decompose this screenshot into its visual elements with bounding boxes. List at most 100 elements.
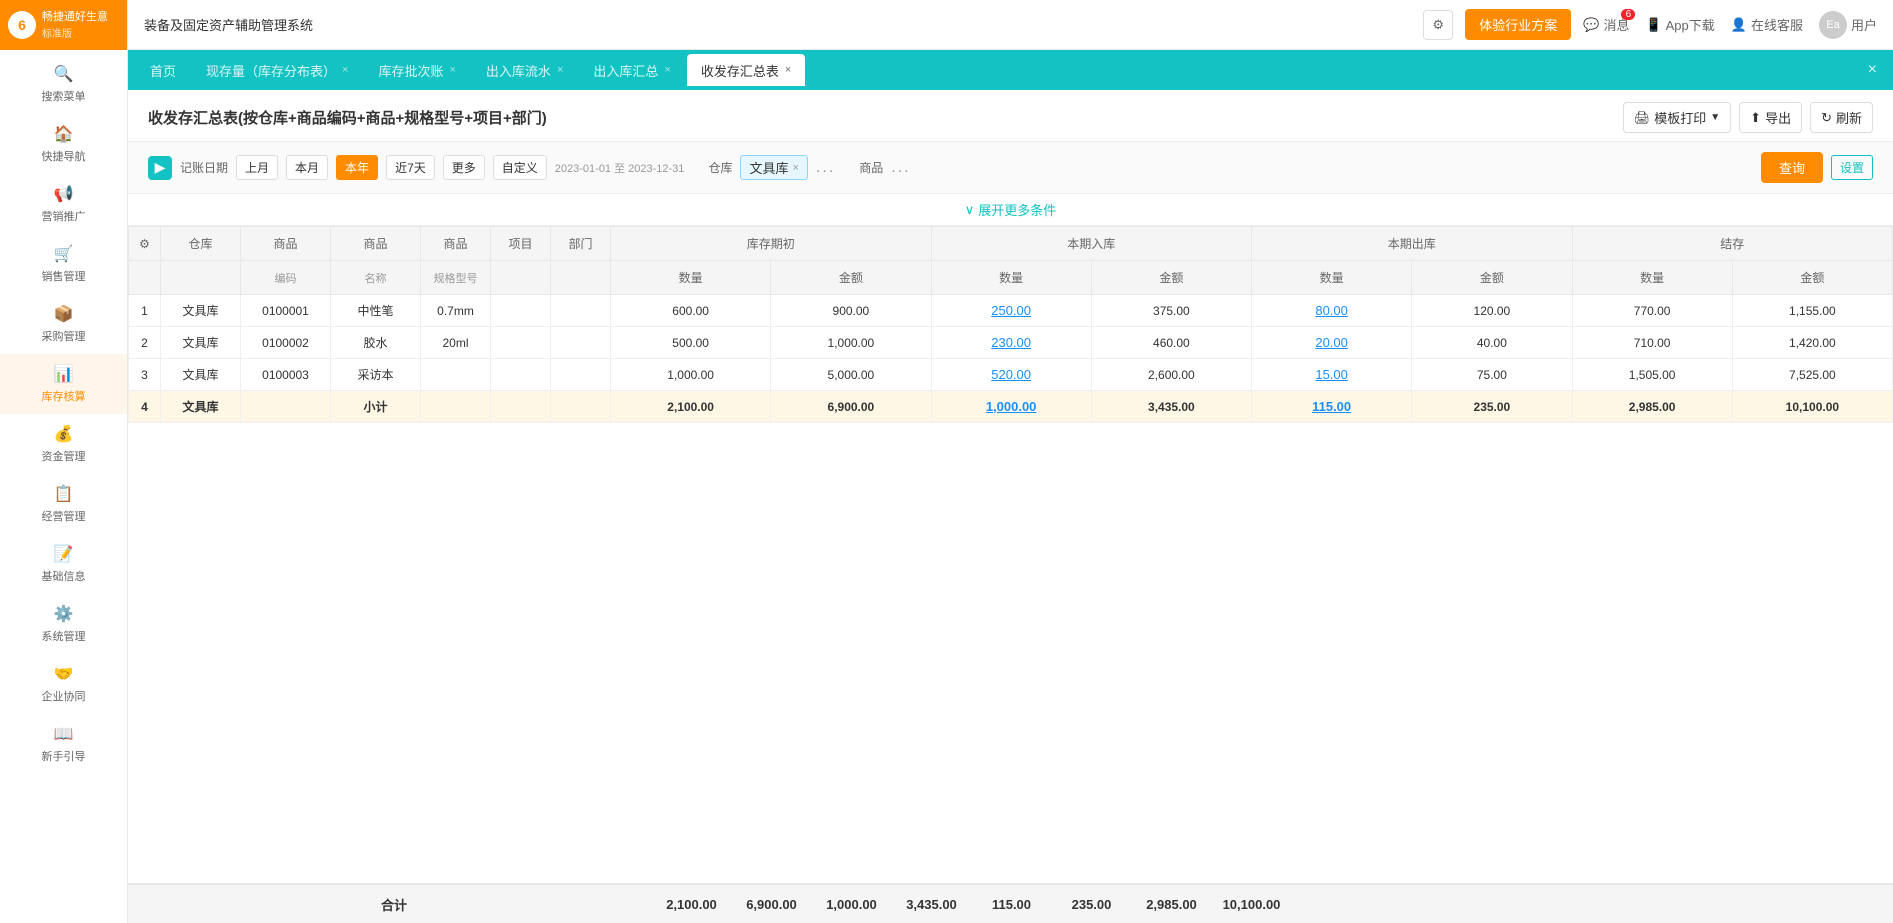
tab-batch-close[interactable]: × — [449, 64, 455, 76]
sidebar-label-operations: 经营管理 — [42, 508, 86, 524]
sidebar-item-operations[interactable]: 📋 经营管理 — [0, 474, 127, 534]
settings-link[interactable]: 设置 — [1831, 155, 1873, 180]
cell-bal-amt: 10,100.00 — [1732, 391, 1892, 423]
cell-out-amt: 235.00 — [1412, 391, 1572, 423]
page-header: 收发存汇总表(按仓库+商品编码+商品+规格型号+项目+部门) 🖨 模板打印 ▼ … — [128, 90, 1893, 142]
sidebar-label-basic-info: 基础信息 — [42, 568, 86, 584]
tab-receive-send[interactable]: 收发存汇总表 × — [687, 54, 805, 86]
date-btn-more[interactable]: 更多 — [443, 155, 485, 180]
try-industry-button[interactable]: 体验行业方案 — [1465, 9, 1571, 40]
cell-init-qty: 600.00 — [611, 295, 771, 327]
warehouse-tag-close[interactable]: × — [792, 162, 798, 174]
user-label: 用户 — [1851, 15, 1877, 34]
cell-init-amt: 5,000.00 — [771, 359, 931, 391]
out-qty-link[interactable]: 15.00 — [1315, 367, 1348, 382]
sidebar-item-system[interactable]: ⚙️ 系统管理 — [0, 594, 127, 654]
sidebar-logo: 6 畅捷通好生意 标准版 — [0, 0, 127, 50]
export-label: 导出 — [1765, 108, 1791, 127]
warehouse-ellipsis[interactable]: ... — [816, 159, 835, 177]
sidebar-icon-marketing: 📢 — [54, 184, 74, 204]
tab-receive-send-close[interactable]: × — [785, 64, 791, 76]
th-num — [129, 261, 161, 295]
table-row: 2 文具库 0100002 胶水 20ml 500.00 1,000.00 23… — [129, 327, 1893, 359]
tab-summary[interactable]: 出入库汇总 × — [579, 54, 684, 86]
sidebar-item-sales[interactable]: 🛒 销售管理 — [0, 234, 127, 294]
sidebar-item-enterprise[interactable]: 🤝 企业协同 — [0, 654, 127, 714]
in-qty-link[interactable]: 1,000.00 — [986, 399, 1037, 414]
th-bal-qty: 数量 — [1572, 261, 1732, 295]
sidebar-label-system: 系统管理 — [42, 628, 86, 644]
th-warehouse: 仓库 — [161, 227, 241, 261]
expand-conditions-button[interactable]: ∨ 展开更多条件 — [965, 200, 1057, 219]
in-qty-link[interactable]: 230.00 — [991, 335, 1031, 350]
th-code-sub: 编码 — [241, 261, 331, 295]
goods-ellipsis[interactable]: ... — [891, 159, 910, 177]
user-avatar[interactable]: Ea 用户 — [1819, 11, 1877, 39]
th-code: 商品 — [241, 227, 331, 261]
refresh-label: 刷新 — [1836, 108, 1862, 127]
sidebar-item-inventory[interactable]: 📊 库存核算 — [0, 354, 127, 414]
total-bal-amt: 10,100.00 — [1209, 897, 1294, 912]
tab-inventory-dist-close[interactable]: × — [342, 64, 348, 76]
cell-warehouse: 文具库 — [161, 359, 241, 391]
cell-project — [491, 295, 551, 327]
sidebar-item-marketing[interactable]: 📢 营销推广 — [0, 174, 127, 234]
cell-num: 3 — [129, 359, 161, 391]
th-warehouse-sub — [161, 261, 241, 295]
print-label: 模板打印 — [1654, 108, 1706, 127]
sidebar-icon-quick-nav: 🏠 — [54, 124, 74, 144]
header-settings-button[interactable]: ⚙ — [1423, 10, 1453, 40]
cell-warehouse: 文具库 — [161, 391, 241, 423]
message-button[interactable]: 💬 消息 6 — [1583, 15, 1629, 34]
tab-flow[interactable]: 出入库流水 × — [472, 54, 577, 86]
tab-batch-label: 库存批次账 — [378, 61, 443, 80]
page-title: 收发存汇总表(按仓库+商品编码+商品+规格型号+项目+部门) — [148, 107, 547, 128]
out-qty-link[interactable]: 115.00 — [1312, 399, 1351, 414]
cell-init-amt: 6,900.00 — [771, 391, 931, 423]
online-service-button[interactable]: 👤 在线客服 — [1731, 15, 1803, 34]
date-btn-this-month[interactable]: 本月 — [286, 155, 328, 180]
export-button[interactable]: ⬆ 导出 — [1739, 102, 1802, 133]
cell-in-qty: 250.00 — [931, 295, 1091, 327]
sidebar-item-purchase[interactable]: 📦 采购管理 — [0, 294, 127, 354]
in-qty-link[interactable]: 250.00 — [991, 303, 1031, 318]
in-qty-link[interactable]: 520.00 — [991, 367, 1031, 382]
sidebar-item-quick-nav[interactable]: 🏠 快捷导航 — [0, 114, 127, 174]
tab-inventory-dist[interactable]: 现存量（库存分布表） × — [192, 54, 362, 86]
print-template-button[interactable]: 🖨 模板打印 ▼ — [1623, 102, 1731, 133]
date-btn-custom[interactable]: 自定义 — [493, 155, 547, 180]
cell-in-amt: 375.00 — [1091, 295, 1251, 327]
tab-bar-close-button[interactable]: × — [1860, 61, 1885, 79]
app-download-icon: 📱 — [1645, 17, 1661, 33]
out-qty-link[interactable]: 80.00 — [1315, 303, 1348, 318]
tab-summary-close[interactable]: × — [664, 64, 670, 76]
expand-row: ∨ 展开更多条件 — [128, 194, 1893, 226]
warehouse-filter-label: 仓库 — [708, 159, 732, 176]
date-btn-7days[interactable]: 近7天 — [386, 155, 435, 180]
sidebar: 6 畅捷通好生意 标准版 🔍 搜索菜单 🏠 快捷导航 📢 营销推广 🛒 销售管理… — [0, 0, 128, 923]
app-download-button[interactable]: 📱 App下载 — [1645, 15, 1714, 34]
total-bal-qty: 2,985.00 — [1134, 897, 1209, 912]
filter-toggle-button[interactable]: ▶ — [148, 156, 172, 180]
sidebar-label-purchase: 采购管理 — [42, 328, 86, 344]
out-qty-link[interactable]: 20.00 — [1315, 335, 1348, 350]
tab-flow-close[interactable]: × — [557, 64, 563, 76]
refresh-button[interactable]: ↻ 刷新 — [1810, 102, 1873, 133]
date-btn-this-year[interactable]: 本年 — [336, 155, 378, 180]
cell-bal-amt: 1,155.00 — [1732, 295, 1892, 327]
sidebar-item-finance[interactable]: 💰 资金管理 — [0, 414, 127, 474]
cell-in-qty: 230.00 — [931, 327, 1091, 359]
query-button[interactable]: 查询 — [1761, 152, 1823, 183]
cell-project — [491, 359, 551, 391]
tab-home[interactable]: 首页 — [136, 54, 190, 86]
th-name: 商品 — [331, 227, 421, 261]
th-settings[interactable]: ⚙ — [129, 227, 161, 261]
cell-bal-qty: 710.00 — [1572, 327, 1732, 359]
date-btn-last-month[interactable]: 上月 — [236, 155, 278, 180]
cell-dept — [551, 359, 611, 391]
sidebar-item-guide[interactable]: 📖 新手引导 — [0, 714, 127, 774]
tab-batch[interactable]: 库存批次账 × — [364, 54, 469, 86]
sidebar-item-basic-info[interactable]: 📝 基础信息 — [0, 534, 127, 594]
sidebar-item-search[interactable]: 🔍 搜索菜单 — [0, 54, 127, 114]
table-row: 4 文具库 小计 2,100.00 6,900.00 1,000.00 3,43… — [129, 391, 1893, 423]
